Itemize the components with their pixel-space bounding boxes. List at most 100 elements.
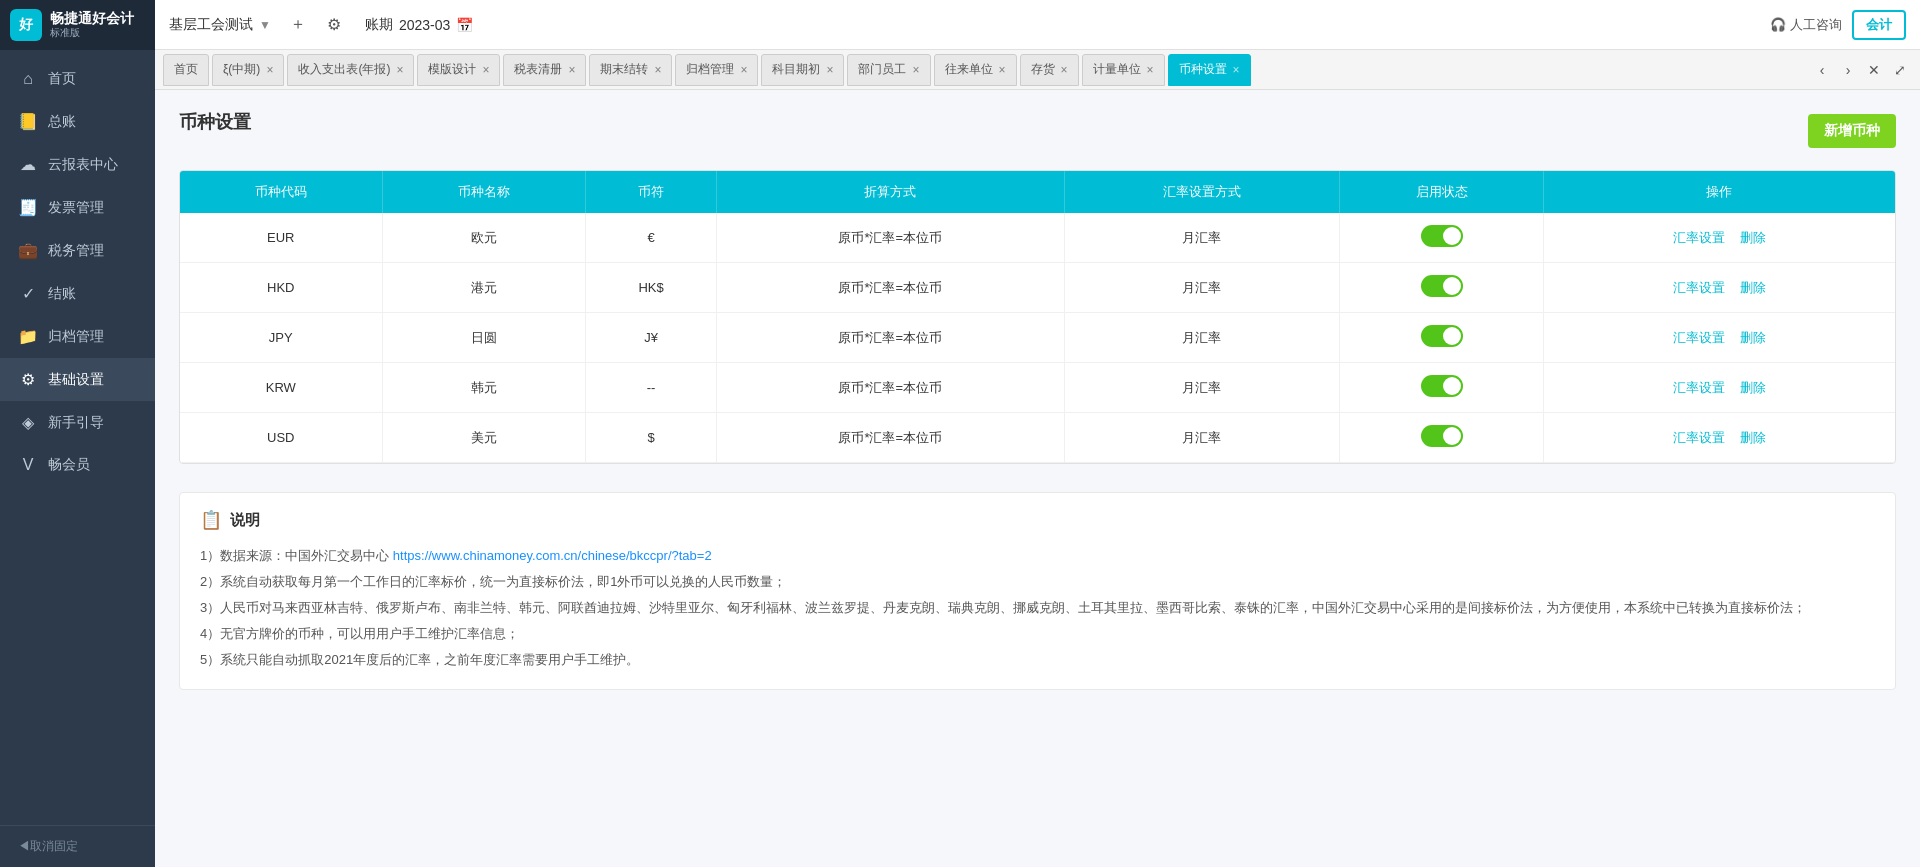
cell-calc-3: 原币*汇率=本位币: [717, 363, 1064, 413]
tab-inventory[interactable]: 存货 ×: [1020, 54, 1079, 86]
cell-calc-1: 原币*汇率=本位币: [717, 263, 1064, 313]
tab-income-close[interactable]: ×: [396, 63, 403, 77]
add-tab-button[interactable]: ＋: [285, 12, 311, 38]
sidebar-item-member[interactable]: V 畅会员: [0, 444, 155, 486]
company-dropdown-icon[interactable]: ▼: [259, 18, 271, 32]
sidebar-item-invoice[interactable]: 🧾 发票管理: [0, 186, 155, 229]
col-actions: 操作: [1543, 171, 1895, 213]
tab-taxclear-label: 税表清册: [514, 61, 562, 78]
delete-link-3[interactable]: 删除: [1740, 380, 1766, 395]
consulting-label: 人工咨询: [1790, 16, 1842, 34]
tab-partners-close[interactable]: ×: [999, 63, 1006, 77]
tab-archivemgmt-label: 归档管理: [686, 61, 734, 78]
sidebar-item-ledger[interactable]: 📒 总账: [0, 100, 155, 143]
tab-inventory-close[interactable]: ×: [1061, 63, 1068, 77]
period-display: 账期 2023-03 📅: [365, 16, 473, 34]
logo-text: 畅捷通好会计: [50, 10, 134, 27]
tab-template-close[interactable]: ×: [482, 63, 489, 77]
tab-units[interactable]: 计量单位 ×: [1082, 54, 1165, 86]
sidebar-item-tax[interactable]: 💼 税务管理: [0, 229, 155, 272]
sidebar-item-home[interactable]: ⌂ 首页: [0, 58, 155, 100]
cell-symbol-2: J¥: [586, 313, 717, 363]
tab-dept-close[interactable]: ×: [912, 63, 919, 77]
nav-label-archive: 归档管理: [48, 328, 104, 346]
tab-units-close[interactable]: ×: [1147, 63, 1154, 77]
account-button[interactable]: 会计: [1852, 10, 1906, 40]
logo-icon: 好: [10, 9, 42, 41]
tab-home[interactable]: 首页: [163, 54, 209, 86]
cell-symbol-1: HK$: [586, 263, 717, 313]
tab-prev-button[interactable]: ‹: [1810, 58, 1834, 82]
tab-currency-close[interactable]: ×: [1233, 63, 1240, 77]
settings-btn[interactable]: ⚙: [321, 12, 347, 38]
tab-dept[interactable]: 部门员工 ×: [847, 54, 930, 86]
tab-currency[interactable]: 币种设置 ×: [1168, 54, 1251, 86]
main-area: 基层工会测试 ▼ ＋ ⚙ 账期 2023-03 📅 🎧 人工咨询 会计: [155, 0, 1920, 867]
invoice-icon: 🧾: [18, 198, 38, 217]
tab-taxclear[interactable]: 税表清册 ×: [503, 54, 586, 86]
sidebar-item-reports[interactable]: ☁ 云报表中心: [0, 143, 155, 186]
expand-button[interactable]: ⤢: [1888, 58, 1912, 82]
sidebar-pin-toggle[interactable]: ◀取消固定: [0, 825, 155, 867]
note-item-0: 1）数据来源：中国外汇交易中心 https://www.chinamoney.c…: [200, 543, 1875, 569]
tabbar: 首页 ξ(中期) × 收入支出表(年报) × 模版设计 × 税表清册 × 期末结…: [155, 50, 1920, 90]
nav-label-guide: 新手引导: [48, 414, 104, 432]
table-row: HKD 港元 HK$ 原币*汇率=本位币 月汇率 汇率设置 删除: [180, 263, 1895, 313]
tab-taxclear-close[interactable]: ×: [568, 63, 575, 77]
account-label: 会计: [1866, 17, 1892, 32]
delete-link-2[interactable]: 删除: [1740, 330, 1766, 345]
rate-setting-link-3[interactable]: 汇率设置: [1673, 380, 1725, 395]
delete-link-0[interactable]: 删除: [1740, 230, 1766, 245]
cell-name-2: 日圆: [382, 313, 585, 363]
rate-setting-link-1[interactable]: 汇率设置: [1673, 280, 1725, 295]
delete-link-4[interactable]: 删除: [1740, 430, 1766, 445]
rate-setting-link-0[interactable]: 汇率设置: [1673, 230, 1725, 245]
close-all-tabs-button[interactable]: ✕: [1862, 58, 1886, 82]
cell-actions-2: 汇率设置 删除: [1543, 313, 1895, 363]
tab-subjects[interactable]: 科目期初 ×: [761, 54, 844, 86]
tab-template[interactable]: 模版设计 ×: [417, 54, 500, 86]
tab-midterm-close[interactable]: ×: [266, 63, 273, 77]
tab-inventory-label: 存货: [1031, 61, 1055, 78]
toggle-enabled-0[interactable]: [1421, 225, 1463, 247]
cell-rate-type-2: 月汇率: [1064, 313, 1340, 363]
tab-partners[interactable]: 往来单位 ×: [934, 54, 1017, 86]
new-currency-button[interactable]: 新增币种: [1808, 114, 1896, 148]
tab-subjects-close[interactable]: ×: [826, 63, 833, 77]
consulting-button[interactable]: 🎧 人工咨询: [1770, 16, 1842, 34]
cell-name-3: 韩元: [382, 363, 585, 413]
period-value: 2023-03: [399, 17, 450, 33]
note-item-1: 2）系统自动获取每月第一个工作日的汇率标价，统一为直接标价法，即1外币可以兑换的…: [200, 569, 1875, 595]
toggle-enabled-1[interactable]: [1421, 275, 1463, 297]
tab-period-close[interactable]: ×: [654, 63, 661, 77]
notes-link[interactable]: https://www.chinamoney.com.cn/chinese/bk…: [393, 548, 712, 563]
sidebar-item-checkout[interactable]: ✓ 结账: [0, 272, 155, 315]
cell-status-3: [1340, 363, 1543, 413]
calendar-icon[interactable]: 📅: [456, 17, 473, 33]
delete-link-1[interactable]: 删除: [1740, 280, 1766, 295]
currency-table: 币种代码 币种名称 币符 折算方式 汇率设置方式 启用状态 操作 EUR 欧元 …: [180, 171, 1895, 463]
notes-section: 📋 说明 1）数据来源：中国外汇交易中心 https://www.chinamo…: [179, 492, 1896, 690]
tab-midterm[interactable]: ξ(中期) ×: [212, 54, 284, 86]
tab-archivemgmt[interactable]: 归档管理 ×: [675, 54, 758, 86]
nav-label-reports: 云报表中心: [48, 156, 118, 174]
rate-setting-link-2[interactable]: 汇率设置: [1673, 330, 1725, 345]
content-area: 币种设置 新增币种 币种代码 币种名称 币符 折算方式 汇率设置方式 启用状态 …: [155, 90, 1920, 867]
tab-archivemgmt-close[interactable]: ×: [740, 63, 747, 77]
toggle-enabled-3[interactable]: [1421, 375, 1463, 397]
cell-rate-type-0: 月汇率: [1064, 213, 1340, 263]
sidebar-item-archive[interactable]: 📁 归档管理: [0, 315, 155, 358]
tab-income[interactable]: 收入支出表(年报) ×: [287, 54, 414, 86]
table-row: JPY 日圆 J¥ 原币*汇率=本位币 月汇率 汇率设置 删除: [180, 313, 1895, 363]
tab-period[interactable]: 期末结转 ×: [589, 54, 672, 86]
toggle-enabled-2[interactable]: [1421, 325, 1463, 347]
tab-subjects-label: 科目期初: [772, 61, 820, 78]
toggle-enabled-4[interactable]: [1421, 425, 1463, 447]
ledger-icon: 📒: [18, 112, 38, 131]
sidebar-item-guide[interactable]: ◈ 新手引导: [0, 401, 155, 444]
notes-title: 📋 说明: [200, 509, 1875, 531]
rate-setting-link-4[interactable]: 汇率设置: [1673, 430, 1725, 445]
nav-label-ledger: 总账: [48, 113, 76, 131]
sidebar-item-settings[interactable]: ⚙ 基础设置: [0, 358, 155, 401]
tab-next-button[interactable]: ›: [1836, 58, 1860, 82]
